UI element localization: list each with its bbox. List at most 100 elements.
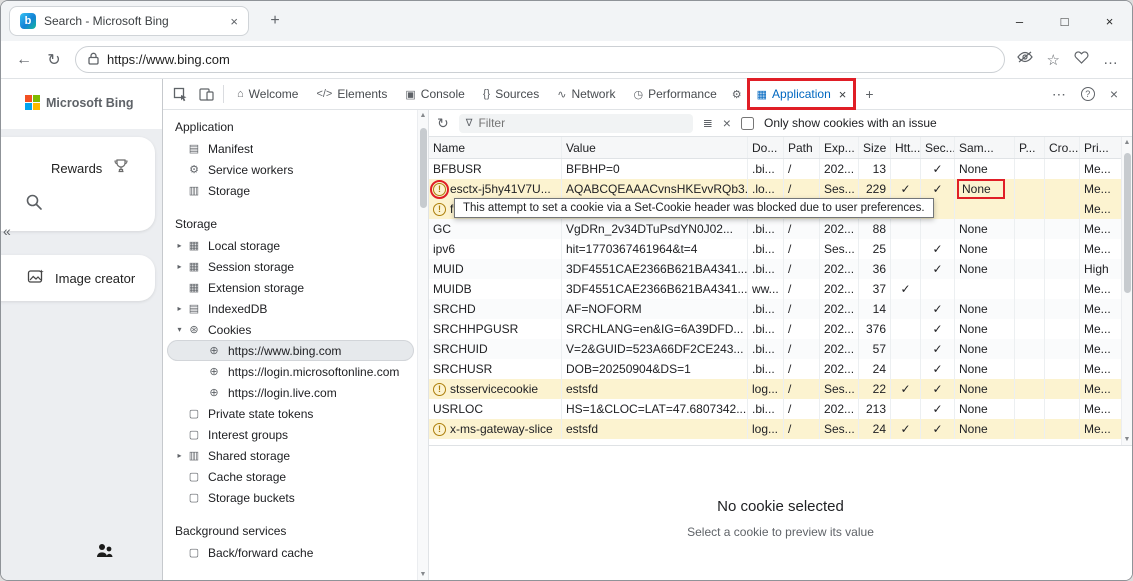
expanded-arrow-icon[interactable]: ▾	[173, 325, 186, 334]
browser-essentials-icon[interactable]	[1074, 51, 1089, 69]
cookie-row-x-ms-gateway-slice[interactable]: !x-ms-gateway-sliceestsfdlog.../Ses...24…	[429, 419, 1121, 439]
device-toolbar-icon[interactable]	[193, 79, 219, 109]
cookie-row-esctx-j5hy41V7U...[interactable]: !esctx-j5hy41V7U...AQABCQEAAACvnsHKEvvRQ…	[429, 179, 1121, 199]
cookie-row-stsservicecookie[interactable]: !stsservicecookieestsfdlog.../Ses...22✓✓…	[429, 379, 1121, 399]
column-header-p[interactable]: P...	[1015, 137, 1045, 158]
column-header-sec[interactable]: Sec...	[921, 137, 955, 158]
close-application-tab-icon[interactable]: ×	[839, 87, 847, 102]
sidebar-item-shared-storage[interactable]: ▸▥Shared storage	[167, 445, 414, 466]
collapsed-arrow-icon[interactable]: ▸	[173, 304, 186, 313]
scrollbar-thumb[interactable]	[420, 128, 427, 208]
search-icon[interactable]	[25, 193, 43, 216]
sidebar-item-indexeddb[interactable]: ▸▤IndexedDB	[167, 298, 414, 319]
close-devtools-icon[interactable]: ×	[1110, 86, 1118, 102]
column-header-name[interactable]: Name	[429, 137, 562, 158]
cookie-row-SRCHUID[interactable]: SRCHUIDV=2&GUID=523A66DF2CE243....bi.../…	[429, 339, 1121, 359]
column-header-value[interactable]: Value	[562, 137, 748, 158]
scroll-down-icon[interactable]: ▼	[420, 571, 427, 578]
sidebar-item-https-login-microsoftonline-com[interactable]: ⊕https://login.microsoftonline.com	[167, 361, 414, 382]
address-bar[interactable]: https://www.bing.com	[75, 46, 1005, 73]
refresh-cookies-icon[interactable]: ↻	[437, 115, 449, 132]
devtools-tab-settings[interactable]: ⚙	[726, 79, 748, 109]
devtools-tab-sources[interactable]: {}Sources	[474, 79, 548, 109]
new-tab-button[interactable]: +	[263, 12, 287, 30]
sidebar-item-interest-groups[interactable]: ▢Interest groups	[167, 424, 414, 445]
rewards-label[interactable]: Rewards	[51, 161, 102, 176]
back-icon[interactable]: ←	[15, 51, 33, 69]
maximize-button[interactable]: □	[1042, 1, 1087, 41]
column-header-htt[interactable]: Htt...	[891, 137, 921, 158]
image-creator-icon	[27, 268, 45, 289]
devtools-tab-application[interactable]: ▦Application×	[748, 79, 856, 109]
sidebar-item-storage-buckets[interactable]: ▢Storage buckets	[167, 487, 414, 508]
cookie-row-SRCHD[interactable]: SRCHDAF=NOFORM.bi.../202...14✓NoneMe...	[429, 299, 1121, 319]
scroll-up-icon[interactable]: ▲	[420, 112, 427, 119]
minimize-button[interactable]: –	[997, 1, 1042, 41]
settings-more-icon[interactable]: …	[1103, 51, 1118, 68]
favorites-star-icon[interactable]: ☆	[1047, 51, 1060, 69]
cookie-row-USRLOC[interactable]: USRLOCHS=1&CLOC=LAT=47.6807342....bi.../…	[429, 399, 1121, 419]
item-icon: ⊕	[206, 365, 222, 378]
column-header-pri[interactable]: Pri...	[1080, 137, 1121, 158]
more-options-icon[interactable]: ⋯	[1052, 86, 1066, 103]
inspect-element-icon[interactable]	[167, 79, 193, 109]
sidebar-item-private-state-tokens[interactable]: ▢Private state tokens	[167, 403, 414, 424]
devtools-tab-welcome[interactable]: ⌂Welcome	[228, 79, 307, 109]
sidebar-item-cache-storage[interactable]: ▢Cache storage	[167, 466, 414, 487]
column-header-path[interactable]: Path	[784, 137, 820, 158]
sidebar-item-https-www-bing-com[interactable]: ⊕https://www.bing.com	[167, 340, 414, 361]
column-header-exp[interactable]: Exp...	[820, 137, 859, 158]
column-header-sam[interactable]: Sam...	[955, 137, 1015, 158]
scrollbar-thumb[interactable]	[1124, 153, 1131, 293]
browser-tab[interactable]: b Search - Microsoft Bing ×	[9, 6, 249, 36]
cookie-row-BFBUSR[interactable]: BFBUSRBFBHP=0.bi.../202...13✓NoneMe...	[429, 159, 1121, 179]
tracking-prevention-icon[interactable]	[1017, 50, 1033, 69]
tab-close-icon[interactable]: ×	[230, 14, 238, 29]
sidebar-item-manifest[interactable]: ▤Manifest	[167, 138, 414, 159]
collapsed-arrow-icon[interactable]: ▸	[173, 241, 186, 250]
cookie-row-ipv6[interactable]: ipv6hit=1770367461964&t=4.bi.../Ses...25…	[429, 239, 1121, 259]
sidebar-item-extension-storage[interactable]: ▦Extension storage	[167, 277, 414, 298]
devtools-tab-console[interactable]: ▣Console	[396, 79, 473, 109]
sidebar-item-local-storage[interactable]: ▸▦Local storage	[167, 235, 414, 256]
close-button[interactable]: ×	[1087, 1, 1132, 41]
cookie-row-MUID[interactable]: MUID3DF4551CAE2366B621BA4341....bi.../20…	[429, 259, 1121, 279]
sidebar-item-service-workers[interactable]: ⚙Service workers	[167, 159, 414, 180]
refresh-icon[interactable]: ↻	[45, 50, 63, 70]
add-panel-button[interactable]: +	[855, 86, 883, 102]
image-creator-card[interactable]: Image creator	[1, 255, 155, 301]
sidebar-item-back-forward-cache[interactable]: ▢Back/forward cache	[167, 542, 414, 563]
column-header-do[interactable]: Do...	[748, 137, 784, 158]
window-controls: – □ ×	[997, 1, 1132, 41]
sidebar-item-session-storage[interactable]: ▸▦Session storage	[167, 256, 414, 277]
column-header-cro[interactable]: Cro...	[1045, 137, 1080, 158]
cell	[1045, 179, 1080, 199]
devtools-tab-network[interactable]: ∿Network	[548, 79, 624, 109]
collapsed-arrow-icon[interactable]: ▸	[173, 262, 186, 271]
filter-input[interactable]	[478, 116, 685, 130]
devtools-tab-elements[interactable]: </>Elements	[307, 79, 396, 109]
table-scrollbar[interactable]: ▲ ▼	[1121, 137, 1132, 445]
collapse-chevron-icon[interactable]: «	[3, 223, 11, 239]
trophy-icon[interactable]	[113, 158, 129, 179]
scroll-down-icon[interactable]: ▼	[1124, 436, 1131, 443]
collapsed-arrow-icon[interactable]: ▸	[173, 451, 186, 460]
only-issue-checkbox[interactable]	[741, 117, 754, 130]
sidebar-item-storage[interactable]: ▥Storage	[167, 180, 414, 201]
people-icon[interactable]	[95, 543, 115, 563]
filter-box[interactable]: ∇	[459, 114, 693, 133]
scroll-up-icon[interactable]: ▲	[1124, 139, 1131, 146]
column-header-size[interactable]: Size	[859, 137, 891, 158]
reset-filter-icon[interactable]: ≣	[703, 116, 713, 130]
sidebar-scrollbar[interactable]: ▲ ▼	[417, 110, 428, 580]
cookie-row-SRCHHPGUSR[interactable]: SRCHHPGUSRSRCHLANG=en&IG=6A39DFD....bi..…	[429, 319, 1121, 339]
cookie-row-MUIDB[interactable]: MUIDB3DF4551CAE2366B621BA4341...ww.../20…	[429, 279, 1121, 299]
devtools-tab-performance[interactable]: ◷Performance	[624, 79, 725, 109]
clear-filter-icon[interactable]: ×	[723, 115, 731, 131]
cookie-row-SRCHUSR[interactable]: SRCHUSRDOB=20250904&DS=1.bi.../202...24✓…	[429, 359, 1121, 379]
cell: /	[784, 179, 820, 199]
sidebar-item-https-login-live-com[interactable]: ⊕https://login.live.com	[167, 382, 414, 403]
cookie-row-GC[interactable]: GCVgDRn_2v34DTuPsdYN0J02....bi.../202...…	[429, 219, 1121, 239]
sidebar-item-cookies[interactable]: ▾⊛Cookies	[167, 319, 414, 340]
help-icon[interactable]: ?	[1081, 87, 1095, 101]
